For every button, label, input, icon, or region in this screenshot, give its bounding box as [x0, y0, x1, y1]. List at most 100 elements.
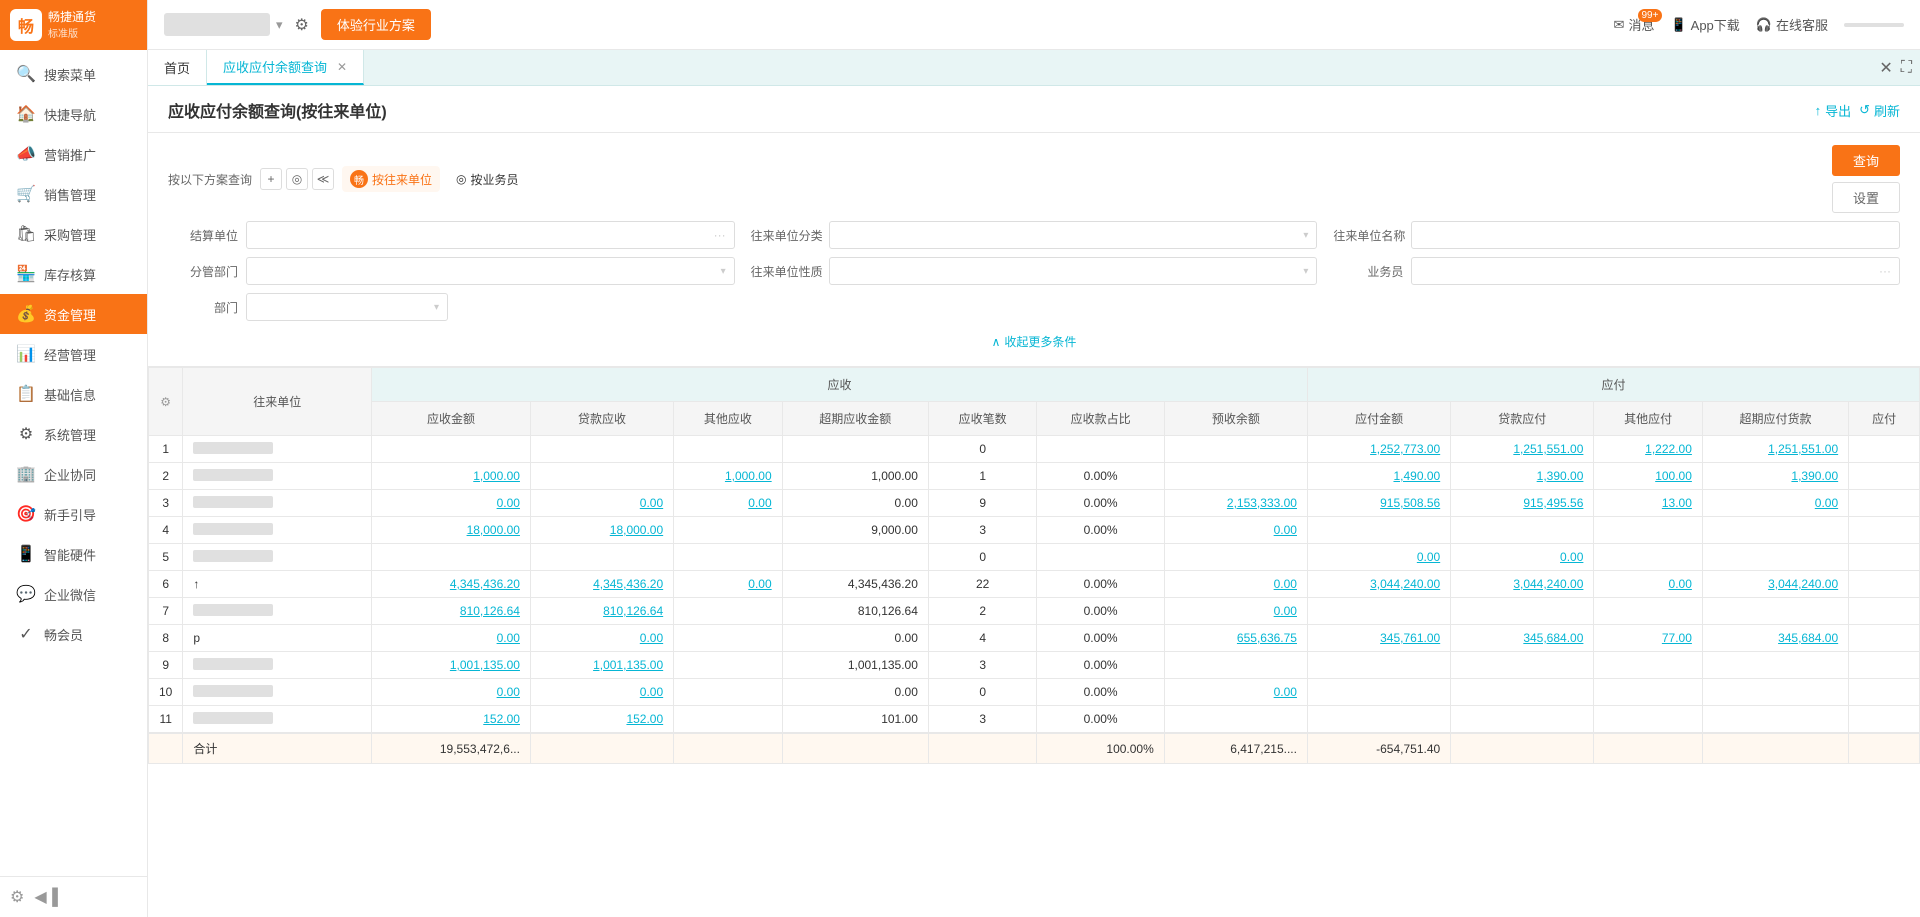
row-cell[interactable]: 1,251,551.00: [1702, 436, 1848, 463]
row-cell[interactable]: 3,044,240.00: [1702, 571, 1848, 598]
cell-link[interactable]: 810,126.64: [460, 604, 520, 618]
user-name[interactable]: [1844, 23, 1904, 27]
sidebar-item-purchase[interactable]: 🛍 采购管理: [0, 214, 147, 254]
row-cell[interactable]: 345,684.00: [1702, 625, 1848, 652]
collapse-sidebar-icon[interactable]: ◀▐: [34, 887, 58, 907]
cell-link[interactable]: 655,636.75: [1237, 631, 1297, 645]
cell-link[interactable]: 4,345,436.20: [593, 577, 663, 591]
cell-link[interactable]: 915,495.56: [1523, 496, 1583, 510]
refresh-button[interactable]: ↺ 刷新: [1859, 101, 1900, 120]
cell-link[interactable]: 0.00: [640, 631, 663, 645]
cell-link[interactable]: 1,000.00: [473, 469, 520, 483]
row-cell[interactable]: 810,126.64: [372, 598, 531, 625]
sidebar-item-marketing[interactable]: 📣 营销推广: [0, 134, 147, 174]
row-cell[interactable]: 1,000.00: [372, 463, 531, 490]
cell-link[interactable]: 152.00: [483, 712, 520, 726]
row-cell[interactable]: 18,000.00: [530, 517, 673, 544]
app-download-item[interactable]: 📱 App下载: [1670, 15, 1739, 34]
settings-method-btn[interactable]: ◎: [286, 168, 308, 190]
sidebar-item-member[interactable]: ✓ 畅会员: [0, 614, 147, 654]
row-cell[interactable]: 4,345,436.20: [372, 571, 531, 598]
sidebar-item-hardware[interactable]: 📱 智能硬件: [0, 534, 147, 574]
cell-link[interactable]: 0.00: [1417, 550, 1440, 564]
cell-link[interactable]: 1,251,551.00: [1768, 442, 1838, 456]
row-cell[interactable]: 0.00: [372, 625, 531, 652]
settlement-unit-input[interactable]: ···: [246, 221, 735, 249]
row-cell[interactable]: 1,490.00: [1307, 463, 1450, 490]
cell-link[interactable]: 3,044,240.00: [1513, 577, 1583, 591]
cell-link[interactable]: 0.00: [1815, 496, 1838, 510]
cell-link[interactable]: 1,252,773.00: [1370, 442, 1440, 456]
unit-category-select[interactable]: ▾: [829, 221, 1318, 249]
collapse-button[interactable]: ∧ 收起更多条件: [992, 333, 1077, 350]
row-cell[interactable]: 1,000.00: [674, 463, 783, 490]
cell-link[interactable]: 0.00: [1274, 577, 1297, 591]
cell-link[interactable]: 345,684.00: [1778, 631, 1838, 645]
row-cell[interactable]: 0.00: [372, 490, 531, 517]
table-settings-icon[interactable]: ⚙: [160, 395, 171, 409]
cell-link[interactable]: 100.00: [1655, 469, 1692, 483]
row-cell[interactable]: 0.00: [1164, 517, 1307, 544]
row-cell[interactable]: 1,390.00: [1451, 463, 1594, 490]
cell-link[interactable]: 1,000.00: [725, 469, 772, 483]
row-cell[interactable]: 1,390.00: [1702, 463, 1848, 490]
cell-link[interactable]: 0.00: [748, 577, 771, 591]
export-button[interactable]: ↑ 导出: [1815, 101, 1852, 120]
row-cell[interactable]: 100.00: [1594, 463, 1703, 490]
salesperson-input[interactable]: ···: [1411, 257, 1900, 285]
cell-link[interactable]: 0.00: [497, 685, 520, 699]
cell-link[interactable]: 915,508.56: [1380, 496, 1440, 510]
dept-select[interactable]: ▾: [246, 257, 735, 285]
row-cell[interactable]: 3,044,240.00: [1307, 571, 1450, 598]
sidebar-item-search[interactable]: 🔍 搜索菜单: [0, 54, 147, 94]
sidebar-item-wechat[interactable]: 💬 企业微信: [0, 574, 147, 614]
cell-link[interactable]: 0.00: [1274, 685, 1297, 699]
topbar-dropdown-icon[interactable]: ▾: [276, 17, 283, 33]
row-cell[interactable]: 18,000.00: [372, 517, 531, 544]
online-service-item[interactable]: 🎧 在线客服: [1756, 15, 1828, 34]
row-cell[interactable]: 1,251,551.00: [1451, 436, 1594, 463]
row-cell[interactable]: 0.00: [1451, 544, 1594, 571]
method-by-unit[interactable]: 畅 按往来单位: [342, 166, 440, 192]
tab-close-all-icon[interactable]: ✕: [1879, 58, 1892, 78]
row-cell[interactable]: 810,126.64: [530, 598, 673, 625]
cell-link[interactable]: 18,000.00: [610, 523, 663, 537]
row-cell[interactable]: 13.00: [1594, 490, 1703, 517]
messages-item[interactable]: ✉ 消息 99+: [1614, 15, 1655, 34]
cell-link[interactable]: 0.00: [748, 496, 771, 510]
row-cell[interactable]: 0.00: [1307, 544, 1450, 571]
department-select[interactable]: ▾: [246, 293, 448, 321]
sidebar-item-guide[interactable]: 🎯 新手引导: [0, 494, 147, 534]
method-by-staff[interactable]: ◎ 按业务员: [448, 167, 527, 192]
cell-link[interactable]: 18,000.00: [467, 523, 520, 537]
cell-link[interactable]: 0.00: [640, 685, 663, 699]
topbar-gear-icon[interactable]: ⚙: [295, 15, 309, 35]
cell-link[interactable]: 1,390.00: [1537, 469, 1584, 483]
row-cell[interactable]: 0.00: [530, 679, 673, 706]
row-cell[interactable]: 1,222.00: [1594, 436, 1703, 463]
back-method-btn[interactable]: ≪: [312, 168, 334, 190]
row-cell[interactable]: 77.00: [1594, 625, 1703, 652]
row-cell[interactable]: 152.00: [372, 706, 531, 734]
unit-name-input[interactable]: [1411, 221, 1900, 249]
row-cell[interactable]: 0.00: [1164, 679, 1307, 706]
row-cell[interactable]: 345,761.00: [1307, 625, 1450, 652]
cell-link[interactable]: 3,044,240.00: [1370, 577, 1440, 591]
tab-close-icon[interactable]: ✕: [337, 60, 347, 74]
cell-link[interactable]: 345,761.00: [1380, 631, 1440, 645]
setting-button[interactable]: 设置: [1832, 182, 1900, 213]
row-cell[interactable]: 0.00: [674, 490, 783, 517]
row-cell[interactable]: 4,345,436.20: [530, 571, 673, 598]
add-method-btn[interactable]: +: [260, 168, 282, 190]
row-cell[interactable]: 152.00: [530, 706, 673, 734]
row-cell[interactable]: 345,684.00: [1451, 625, 1594, 652]
sidebar-item-sales[interactable]: 🛒 销售管理: [0, 174, 147, 214]
sidebar-item-collab[interactable]: 🏢 企业协同: [0, 454, 147, 494]
cell-link[interactable]: 0.00: [1560, 550, 1583, 564]
cell-link[interactable]: 1,001,135.00: [593, 658, 663, 672]
row-cell[interactable]: 0.00: [1164, 571, 1307, 598]
sidebar-item-nav[interactable]: 🏠 快捷导航: [0, 94, 147, 134]
cell-link[interactable]: 1,222.00: [1645, 442, 1692, 456]
promo-button[interactable]: 体验行业方案: [321, 9, 431, 40]
cell-link[interactable]: 3,044,240.00: [1768, 577, 1838, 591]
